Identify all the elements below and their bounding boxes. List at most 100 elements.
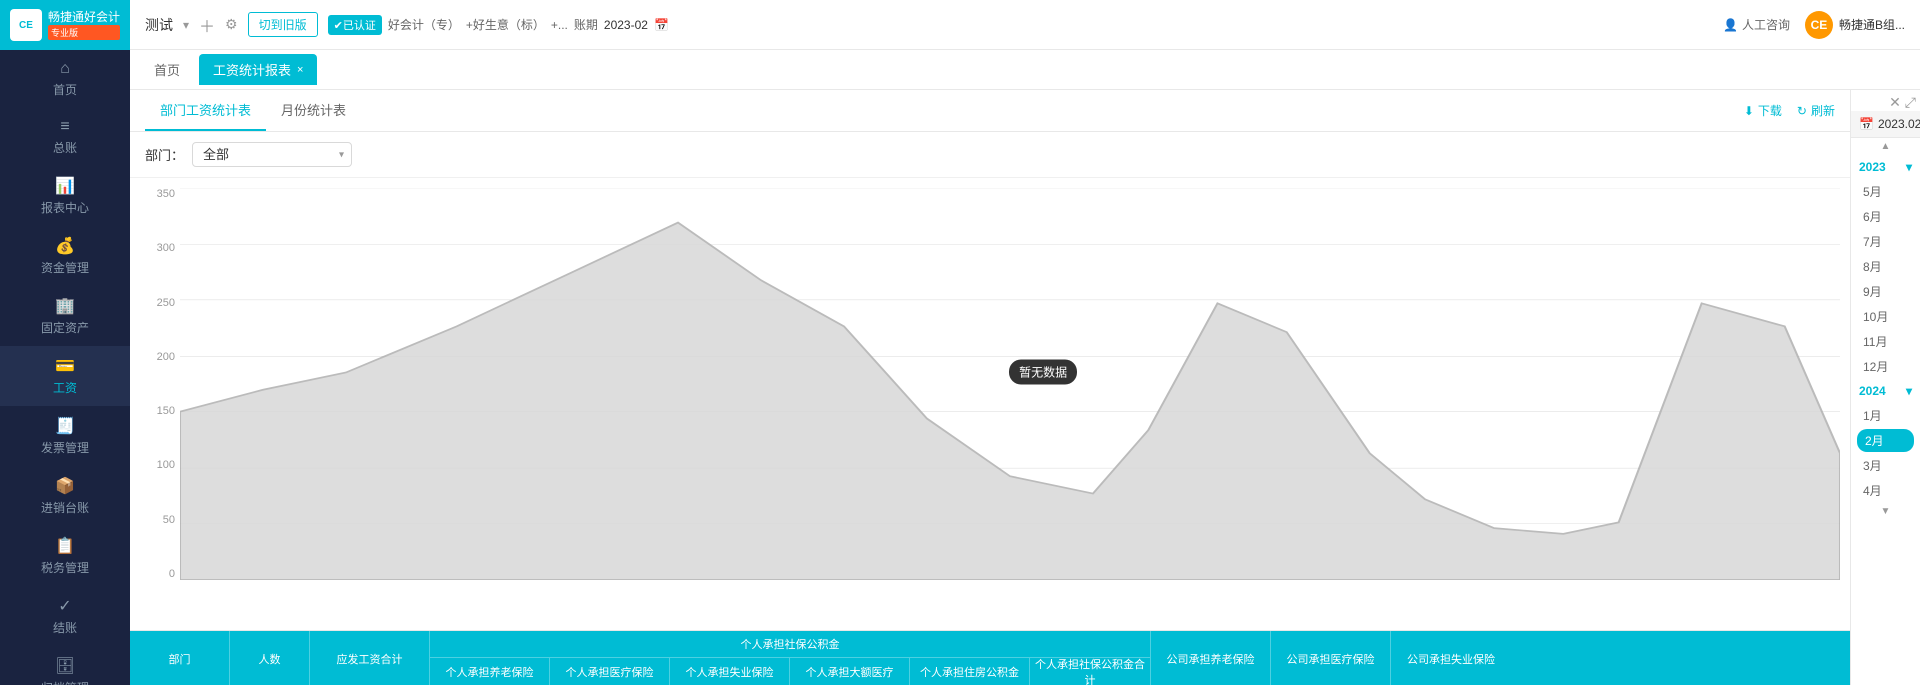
sidebar-item-assets[interactable]: 🏢 固定资产 (0, 286, 130, 346)
sidebar: CE 畅捷通好会计 专业版 ⌂ 首页 ≡ 总账 📊 报表中心 💰 资金管理 🏢 … (0, 0, 130, 685)
year-2024[interactable]: 2024 ▾ (1851, 379, 1920, 403)
dept-select[interactable]: 全部 财务部 销售部 行政部 技术部 (192, 142, 352, 167)
tab-bar: 首页 工资统计报表 × (130, 50, 1920, 90)
sidebar-item-payroll[interactable]: 💳 工资 (0, 346, 130, 406)
sidebar-item-ledger[interactable]: ≡ 总账 (0, 108, 130, 166)
calendar-icon[interactable]: 📅 (654, 18, 669, 32)
y-label-0: 0 (145, 568, 175, 580)
topbar-right: 👤 人工咨询 CE 畅捷通B组... (1723, 11, 1905, 39)
month-tab[interactable]: 月份统计表 (266, 90, 361, 131)
topbar-status: ✔已认证 好会计（专） +好生意（标） +... 账期 2023-02 📅 (328, 15, 669, 35)
y-axis: 0 50 100 150 200 250 300 350 (145, 188, 175, 580)
th-personal-total: 个人承担社保公积金合计 (1030, 658, 1150, 685)
month-7[interactable]: 7月 (1851, 229, 1920, 254)
switch-to-old-btn[interactable]: 切到旧版 (248, 12, 318, 37)
month-5[interactable]: 5月 (1851, 179, 1920, 204)
filter-bar: 部门： 全部 财务部 销售部 行政部 技术部 ▾ (130, 132, 1850, 178)
sidebar-item-tax[interactable]: 📋 税务管理 (0, 526, 130, 586)
period-label: 账期 (574, 16, 598, 33)
download-btn[interactable]: ⬇ 下载 (1744, 102, 1782, 119)
topbar-title: 测试 (145, 15, 173, 35)
avatar: CE (1805, 11, 1833, 39)
sidebar-item-purchase[interactable]: 📦 进销台账 (0, 466, 130, 526)
payroll-icon: 💳 (55, 356, 75, 376)
month-9[interactable]: 9月 (1851, 279, 1920, 304)
nav-label-funds: 资金管理 (41, 259, 89, 276)
tab-home[interactable]: 首页 (140, 54, 194, 85)
sidebar-item-checkout[interactable]: ✓ 结账 (0, 586, 130, 646)
expand-btn[interactable]: ⤢ (1905, 94, 1916, 111)
invoice-icon: 🧾 (55, 416, 75, 436)
sidebar-nav: ⌂ 首页 ≡ 总账 📊 报表中心 💰 资金管理 🏢 固定资产 💳 工资 🧾 发票… (0, 50, 130, 685)
table-header: 部门 人数 应发工资合计 个人承担社保公积金 个人承担养老保险 个人承担医疗保险… (130, 631, 1850, 685)
nav-label-ledger: 总账 (53, 139, 77, 156)
sub-tabs: 部门工资统计表 月份统计表 ⬇ 下载 ↻ 刷新 (130, 90, 1850, 132)
th-group-personal: 个人承担社保公积金 个人承担养老保险 个人承担医疗保险 个人承担失业保险 个人承… (430, 631, 1151, 685)
tab-salary[interactable]: 工资统计报表 × (199, 54, 317, 85)
reports-icon: 📊 (55, 176, 75, 196)
year-2023[interactable]: 2023 ▾ (1851, 155, 1920, 179)
sidebar-item-archive[interactable]: 🗄 归档管理 (0, 646, 130, 685)
th-personal-medical: 个人承担医疗保险 (550, 658, 670, 685)
month-1-2024[interactable]: 1月 (1851, 403, 1920, 428)
month-4-2024[interactable]: 4月 (1851, 478, 1920, 503)
y-label-350: 350 (145, 188, 175, 200)
app-logo: CE 畅捷通好会计 专业版 (0, 0, 130, 50)
main-content: 测试 ▾ ＋ ⚙ 切到旧版 ✔已认证 好会计（专） +好生意（标） +... 账… (130, 0, 1920, 685)
month-11[interactable]: 11月 (1851, 329, 1920, 354)
nav-label-reports: 报表中心 (41, 199, 89, 216)
user-profile[interactable]: CE 畅捷通B组... (1805, 11, 1905, 39)
right-panel: ✕ ⤢ 📅 2023.02 ▲ 2023 ▾ 5月 6月 7月 8月 9月 10… (1850, 90, 1920, 685)
tab-close-icon[interactable]: × (297, 64, 303, 76)
chart-area: 0 50 100 150 200 250 300 350 (130, 178, 1850, 630)
scroll-down-btn[interactable]: ▼ (1851, 503, 1920, 520)
sidebar-item-invoice[interactable]: 🧾 发票管理 (0, 406, 130, 466)
month-2-2024[interactable]: 2月 (1857, 429, 1914, 452)
good-business-status: +好生意（标） (466, 16, 545, 33)
calendar-small-icon: 📅 (1859, 117, 1874, 131)
panel-controls: ✕ ⤢ (1851, 90, 1920, 111)
dept-filter-label: 部门： (145, 145, 184, 164)
th-company-pension: 公司承担养老保险 (1151, 631, 1271, 685)
assets-icon: 🏢 (55, 296, 75, 316)
sidebar-item-funds[interactable]: 💰 资金管理 (0, 226, 130, 286)
logo-icon: CE (10, 9, 42, 41)
month-6[interactable]: 6月 (1851, 204, 1920, 229)
sidebar-item-home[interactable]: ⌂ 首页 (0, 50, 130, 108)
settings-button[interactable]: ⚙ (225, 16, 238, 33)
th-company-medical: 公司承担医疗保险 (1271, 631, 1391, 685)
nav-label-tax: 税务管理 (41, 559, 89, 576)
refresh-btn[interactable]: ↻ 刷新 (1797, 102, 1835, 119)
nav-label-checkout: 结账 (53, 619, 77, 636)
chevron-down-icon: ▾ (1906, 384, 1912, 398)
area-chart (180, 188, 1840, 580)
th-personal-pension: 个人承担养老保险 (430, 658, 550, 685)
app-edition: 专业版 (48, 25, 120, 40)
home-icon: ⌂ (60, 60, 70, 78)
help-button[interactable]: 👤 人工咨询 (1723, 16, 1790, 33)
th-personal-housing: 个人承担住房公积金 (910, 658, 1030, 685)
th-group-personal-cells: 个人承担养老保险 个人承担医疗保险 个人承担失业保险 个人承担大额医疗 个人承担… (430, 658, 1150, 685)
dept-tab[interactable]: 部门工资统计表 (145, 90, 266, 131)
nav-label-archive: 归档管理 (41, 679, 89, 685)
close-panel-btn[interactable]: ✕ (1889, 94, 1901, 111)
scroll-up-btn[interactable]: ▲ (1851, 138, 1920, 155)
y-label-150: 150 (145, 405, 175, 417)
period-value: 2023-02 (604, 18, 648, 32)
funds-icon: 💰 (55, 236, 75, 256)
month-8[interactable]: 8月 (1851, 254, 1920, 279)
panel-header: 📅 2023.02 (1851, 111, 1920, 138)
purchase-icon: 📦 (55, 476, 75, 496)
more-status: +... (551, 18, 568, 32)
topbar: 测试 ▾ ＋ ⚙ 切到旧版 ✔已认证 好会计（专） +好生意（标） +... 账… (130, 0, 1920, 50)
month-10[interactable]: 10月 (1851, 304, 1920, 329)
logo-text-block: 畅捷通好会计 专业版 (48, 10, 120, 41)
add-button[interactable]: ＋ (199, 13, 215, 37)
sidebar-item-reports[interactable]: 📊 报表中心 (0, 166, 130, 226)
th-total-salary: 应发工资合计 (310, 631, 430, 685)
month-3-2024[interactable]: 3月 (1851, 453, 1920, 478)
topbar-arrow-icon: ▾ (183, 18, 189, 32)
y-label-300: 300 (145, 242, 175, 254)
nav-label-purchase: 进销台账 (41, 499, 89, 516)
month-12[interactable]: 12月 (1851, 354, 1920, 379)
